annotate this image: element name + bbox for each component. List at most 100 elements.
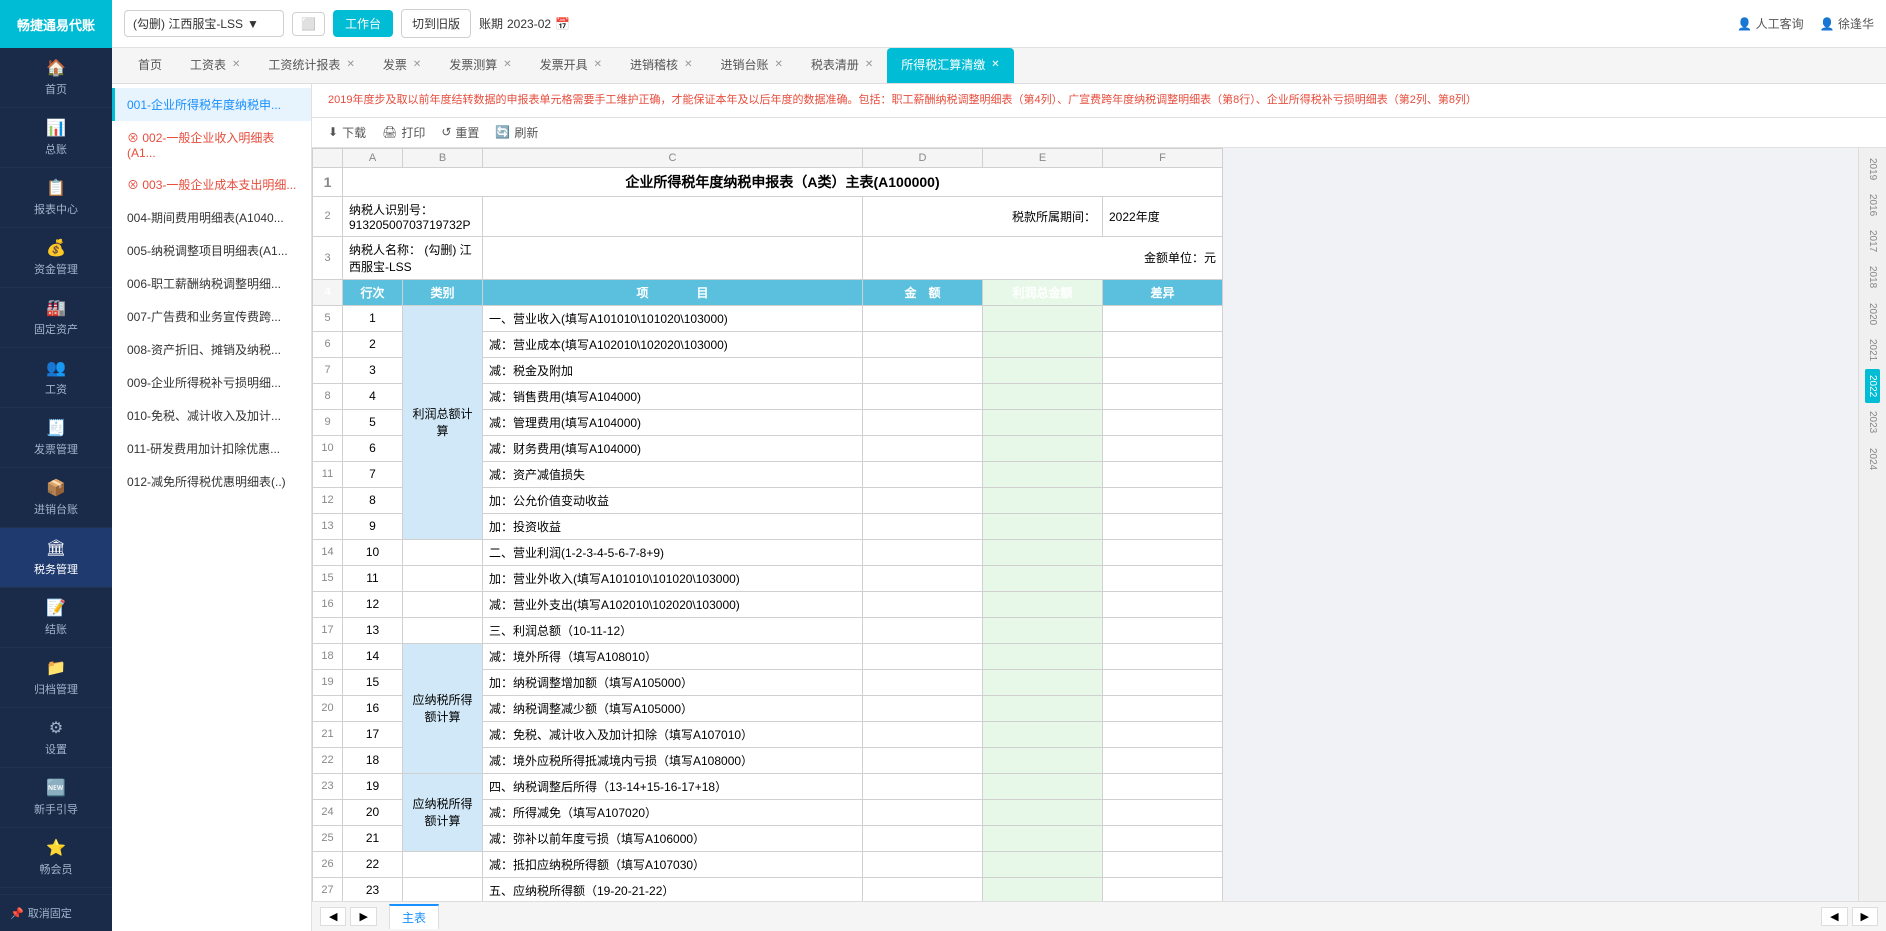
tab-close-invoice[interactable]: ✕ <box>413 59 421 70</box>
line-num: 11 <box>343 565 403 591</box>
spacer-cell <box>483 196 863 236</box>
calendar-icon[interactable]: 📅 <box>555 17 570 31</box>
workbench-btn[interactable]: 工作台 <box>333 10 393 37</box>
year-item-2024[interactable]: 2024 <box>1865 442 1880 476</box>
form-list-item-009[interactable]: 009-企业所得税补亏损明细... <box>112 366 311 399</box>
scroll-right-btn[interactable]: ▶ <box>1852 907 1878 926</box>
tab-close-tax-list[interactable]: ✕ <box>865 59 873 70</box>
sidebar-item-tax[interactable]: 🏛 税务管理 <box>0 528 112 588</box>
tab-invoice-calc[interactable]: 发票测算✕ <box>435 48 525 83</box>
form-list-item-001[interactable]: 001-企业所得税年度纳税申... <box>112 88 311 121</box>
sidebar-footer-unpin[interactable]: 📌 取消固定 <box>0 894 112 931</box>
sidebar-item-invoice[interactable]: 🧾 发票管理 <box>0 408 112 468</box>
download-btn[interactable]: ⬇ 下载 <box>328 124 366 141</box>
tab-sales-ledger[interactable]: 进销台账✕ <box>706 48 796 83</box>
tab-salary[interactable]: 工资表✕ <box>176 48 254 83</box>
user-service[interactable]: 👤 人工客询 <box>1737 15 1803 32</box>
tab-check[interactable]: 进销稽核✕ <box>616 48 706 83</box>
row-num: 1 <box>313 167 343 196</box>
form-list-item-010[interactable]: 010-免税、减计收入及加计... <box>112 399 311 432</box>
sidebar-item-member[interactable]: ⭐ 畅会员 <box>0 828 112 888</box>
company-selector[interactable]: (勾删) 江西服宝-LSS ▼ <box>124 10 284 37</box>
tab-close-sales-ledger[interactable]: ✕ <box>774 59 782 70</box>
sidebar-item-reports[interactable]: 📋 报表中心 <box>0 168 112 228</box>
bottom-tab-main[interactable]: 主表 <box>389 904 439 929</box>
sidebar-item-guide[interactable]: 🆕 新手引导 <box>0 768 112 828</box>
tab-close-invoice-calc[interactable]: ✕ <box>503 59 511 70</box>
switch-old-btn[interactable]: 切到旧版 <box>401 9 471 38</box>
form-list-item-006[interactable]: 006-职工薪酬纳税调整明细... <box>112 267 311 300</box>
category-cell <box>403 877 483 901</box>
tab-tax-list[interactable]: 税表清册✕ <box>797 48 887 83</box>
form-list-item-003[interactable]: 003-一般企业成本支出明细... <box>112 168 311 201</box>
item-cell: 减：营业成本(填写A102010\102020\103000) <box>483 331 863 357</box>
table-row: 27 23 五、应纳税所得额（19-20-21-22） <box>313 877 1223 901</box>
taxpayer-name-cell: 纳税人名称： (勾删) 江西服宝-LSS <box>343 236 483 279</box>
sidebar-item-assets[interactable]: 🏭 固定资产 <box>0 288 112 348</box>
refresh-btn[interactable]: 🔄 刷新 <box>495 124 538 141</box>
category-cell <box>403 617 483 643</box>
table-row: 23 19 应纳税所得额计算 四、纳税调整后所得（13-14+15-16-17+… <box>313 773 1223 799</box>
sidebar-item-finance[interactable]: 💰 资金管理 <box>0 228 112 288</box>
amount-cell <box>863 513 983 539</box>
tab-close-salary-stats[interactable]: ✕ <box>346 59 354 70</box>
spreadsheet-container[interactable]: A B C D E F 1 企业所 <box>312 148 1858 902</box>
sidebar-item-salary[interactable]: 👥 工资 <box>0 348 112 408</box>
reset-btn[interactable]: ↺ 重置 <box>441 124 479 141</box>
sidebar-item-settings[interactable]: ⚙ 设置 <box>0 708 112 768</box>
form-list-item-012[interactable]: 012-减免所得税优惠明细表(..) <box>112 465 311 498</box>
profit-cell <box>983 747 1103 773</box>
tab-close-invoice-open[interactable]: ✕ <box>594 59 602 70</box>
year-item-2022[interactable]: 2022 <box>1865 369 1880 403</box>
year-item-2019[interactable]: 2019 <box>1865 152 1880 186</box>
sidebar-item-sales[interactable]: 📦 进销台账 <box>0 468 112 528</box>
print-btn[interactable]: 🖨 打印 <box>382 124 425 141</box>
form-list-item-011[interactable]: 011-研发费用加计扣除优惠... <box>112 432 311 465</box>
profit-cell <box>983 409 1103 435</box>
sidebar-item-closing[interactable]: 📝 结账 <box>0 588 112 648</box>
bottom-nav-controls: ◀ ▶ <box>1821 907 1878 926</box>
tab-salary-stats[interactable]: 工资统计报表✕ <box>254 48 368 83</box>
row-num: 17 <box>313 617 343 643</box>
line-num: 12 <box>343 591 403 617</box>
sidebar-item-ledger[interactable]: 📊 总账 <box>0 108 112 168</box>
sidebar-item-home[interactable]: 🏠 首页 <box>0 48 112 108</box>
tab-home[interactable]: 首页 <box>124 48 176 83</box>
form-list-item-004[interactable]: 004-期间费用明细表(A1040... <box>112 201 311 234</box>
row-num: 8 <box>313 383 343 409</box>
form-list-item-007[interactable]: 007-广告费和业务宣传费跨... <box>112 300 311 333</box>
form-list-item-005[interactable]: 005-纳税调整项目明细表(A1... <box>112 234 311 267</box>
sidebar-item-label: 首页 <box>45 81 67 97</box>
tab-close-check[interactable]: ✕ <box>684 59 692 70</box>
username-display[interactable]: 👤 徐逢华 <box>1820 15 1874 32</box>
year-item-2016[interactable]: 2016 <box>1865 188 1880 222</box>
line-num: 22 <box>343 851 403 877</box>
scroll-left-btn[interactable]: ◀ <box>1821 907 1847 926</box>
item-cell: 减：营业外支出(填写A102010\102020\103000) <box>483 591 863 617</box>
sheet-next-btn[interactable]: ▶ <box>350 907 376 926</box>
amount-cell <box>863 825 983 851</box>
form-list-item-002[interactable]: 002-一般企业收入明细表(A1... <box>112 121 311 168</box>
tab-close-salary[interactable]: ✕ <box>232 59 240 70</box>
form-list-item-008[interactable]: 008-资产折旧、摊销及纳税... <box>112 333 311 366</box>
year-item-2017[interactable]: 2017 <box>1865 224 1880 258</box>
row-num: 26 <box>313 851 343 877</box>
year-item-2018[interactable]: 2018 <box>1865 260 1880 294</box>
right-panel: 2019年度步及取以前年度结转数据的申报表单元格需要手工维护正确，才能保证本年及… <box>312 84 1886 931</box>
tab-income-tax[interactable]: 所得税汇算清缴✕ <box>887 48 1013 83</box>
tab-close-income-tax[interactable]: ✕ <box>991 59 999 70</box>
col-header-d: D <box>863 148 983 167</box>
sidebar-item-archive[interactable]: 📁 归档管理 <box>0 648 112 708</box>
copy-btn[interactable]: ⬜ <box>292 12 325 36</box>
category-cell <box>403 851 483 877</box>
sheet-prev-btn[interactable]: ◀ <box>320 907 346 926</box>
year-item-2023[interactable]: 2023 <box>1865 405 1880 439</box>
amount-cell <box>863 591 983 617</box>
print-icon: 🖨 <box>382 125 397 139</box>
guide-icon: 🆕 <box>46 778 66 798</box>
tab-invoice-open[interactable]: 发票开具✕ <box>526 48 616 83</box>
year-item-2020[interactable]: 2020 <box>1865 297 1880 331</box>
closing-icon: 📝 <box>46 598 66 618</box>
tab-invoice[interactable]: 发票✕ <box>369 48 435 83</box>
year-item-2021[interactable]: 2021 <box>1865 333 1880 367</box>
